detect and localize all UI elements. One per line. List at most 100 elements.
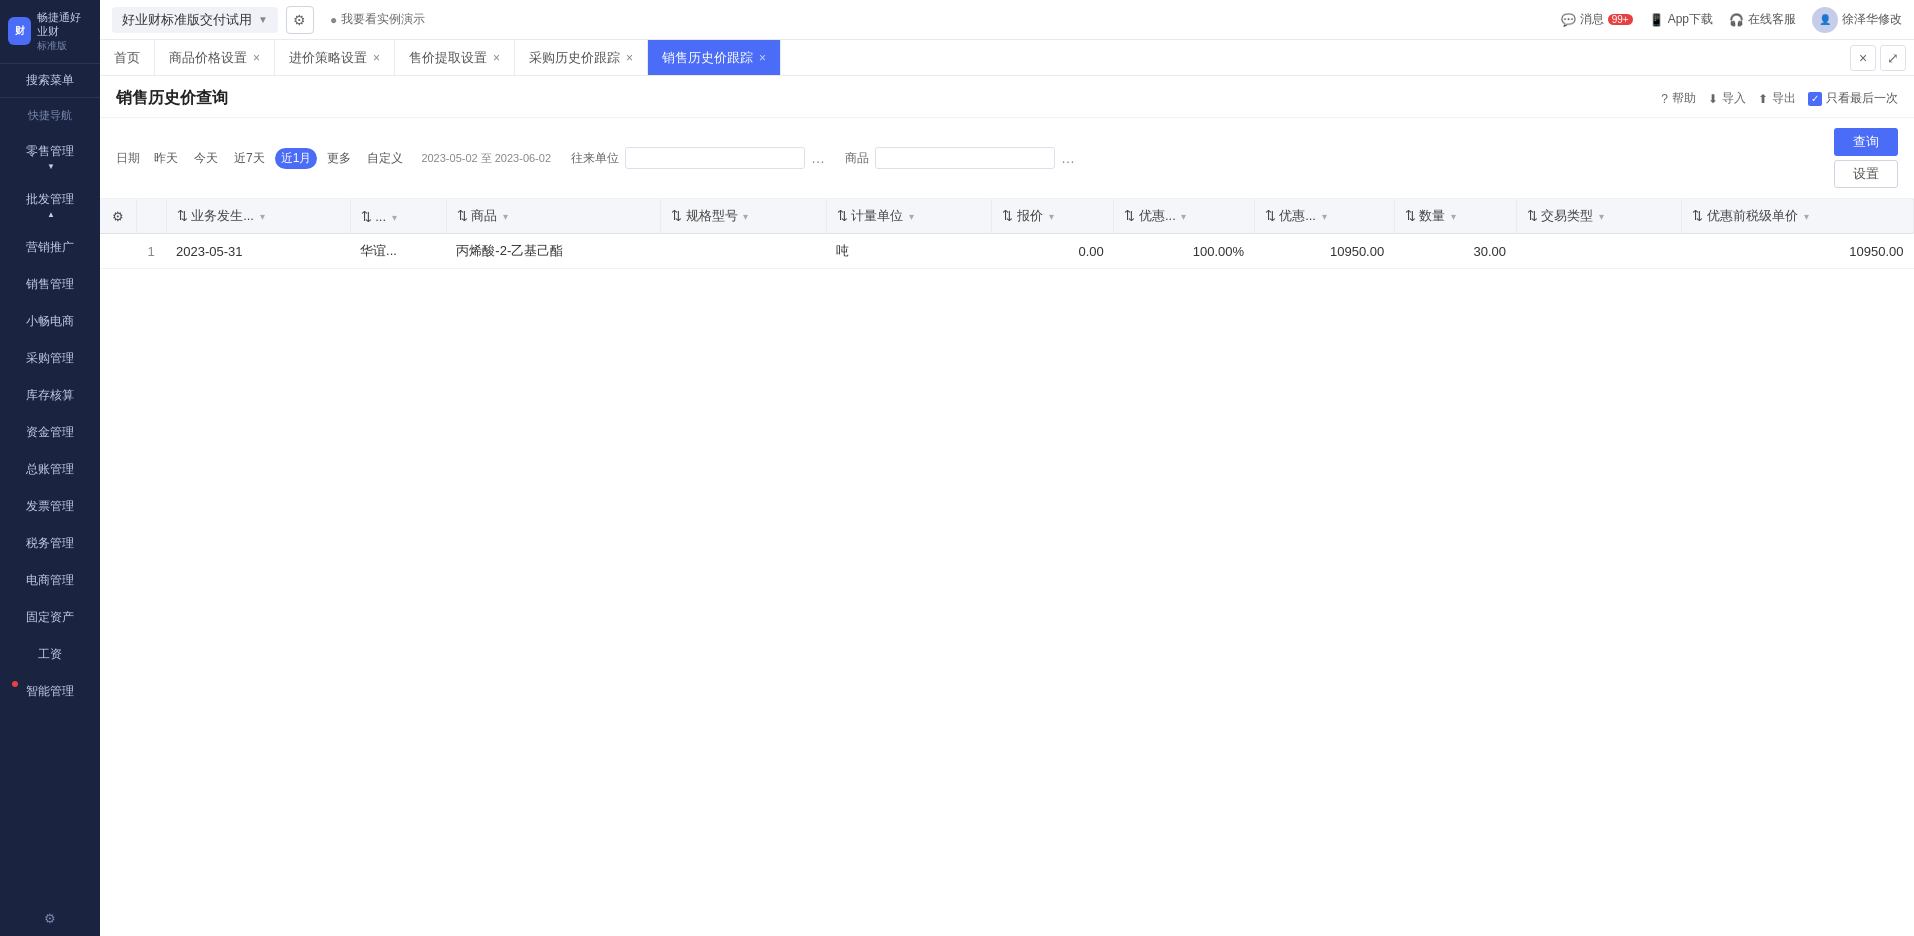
col-pretax-price-menu[interactable]: ▾ xyxy=(1804,211,1809,222)
workspace-gear-btn[interactable]: ⚙ xyxy=(286,6,314,34)
col-spec[interactable]: ⇅ 规格型号 ▾ xyxy=(660,199,826,234)
date-options: 昨天 今天 近7天 近1月 更多 自定义 xyxy=(148,148,409,169)
online-support-btn[interactable]: 🎧 在线客服 xyxy=(1729,11,1796,28)
tab-sale-history[interactable]: 销售历史价跟踪 × xyxy=(648,40,781,76)
main-area: 好业财标准版交付试用 ▼ ⚙ ● 我要看实例演示 💬 消息 99+ 📱 App下… xyxy=(100,0,1914,936)
tabs-bar: 首页 商品价格设置 × 进价策略设置 × 售价提取设置 × 采购历史价跟踪 × … xyxy=(100,40,1914,76)
col-pretax-price[interactable]: ⇅ 优惠前税级单价 ▾ xyxy=(1682,199,1914,234)
sidebar-search[interactable]: 搜索菜单 xyxy=(0,64,100,98)
goods-more-btn[interactable]: … xyxy=(1061,150,1075,166)
col-qty-menu[interactable]: ▾ xyxy=(1451,211,1456,222)
row-biz-date: 2023-05-31 xyxy=(166,234,350,269)
messages-badge: 99+ xyxy=(1608,14,1633,25)
goods-filter-group: 商品 … xyxy=(845,147,1075,169)
col-more[interactable]: ⇅ ... ▾ xyxy=(350,199,446,234)
col-discount-amt-menu[interactable]: ▾ xyxy=(1322,211,1327,222)
col-gear[interactable]: ⚙ xyxy=(100,199,136,234)
sidebar-item-marketing[interactable]: 营销推广 xyxy=(0,229,100,266)
workspace-selector[interactable]: 好业财标准版交付试用 ▼ xyxy=(112,7,278,33)
sidebar-item-ecommerce-small[interactable]: 小畅电商 xyxy=(0,303,100,340)
user-menu-btn[interactable]: 👤 徐泽华修改 xyxy=(1812,7,1902,33)
col-quote[interactable]: ⇅ 报价 ▾ xyxy=(992,199,1114,234)
tab-home[interactable]: 首页 xyxy=(100,40,155,76)
partner-filter-group: 往来单位 … xyxy=(571,147,825,169)
tab-purchase-history[interactable]: 采购历史价跟踪 × xyxy=(515,40,648,76)
demo-link[interactable]: ● 我要看实例演示 xyxy=(330,11,425,28)
topbar-right: 💬 消息 99+ 📱 App下载 🎧 在线客服 👤 徐泽华修改 xyxy=(1561,7,1902,33)
export-btn[interactable]: ⬆ 导出 xyxy=(1758,90,1796,107)
col-discount-pct-menu[interactable]: ▾ xyxy=(1181,211,1186,222)
sidebar-item-retail[interactable]: 零售管理 xyxy=(0,133,100,181)
query-btn[interactable]: 查询 xyxy=(1834,128,1898,156)
help-btn[interactable]: ? 帮助 xyxy=(1661,90,1696,107)
col-trade-type-menu[interactable]: ▾ xyxy=(1599,211,1604,222)
setting-btn[interactable]: 设置 xyxy=(1834,160,1898,188)
sidebar-item-ecommerce[interactable]: 电商管理 xyxy=(0,562,100,599)
tab-sale-history-close[interactable]: × xyxy=(759,51,766,65)
sidebar-item-wholesale[interactable]: 批发管理 xyxy=(0,181,100,229)
sidebar-item-invoice[interactable]: 发票管理 xyxy=(0,488,100,525)
sidebar-item-inventory[interactable]: 库存核算 xyxy=(0,377,100,414)
only-last-checkbox-label[interactable]: ✓ 只看最后一次 xyxy=(1808,90,1898,107)
col-quote-menu[interactable]: ▾ xyxy=(1049,211,1054,222)
tab-purchase-strategy[interactable]: 进价策略设置 × xyxy=(275,40,395,76)
col-unit-menu[interactable]: ▾ xyxy=(909,211,914,222)
workspace-label: 好业财标准版交付试用 xyxy=(122,11,252,29)
help-icon: ? xyxy=(1661,92,1668,106)
table-row[interactable]: 1 2023-05-31 华谊... 丙烯酸-2-乙基己酯 吨 0.00 100… xyxy=(100,234,1914,269)
col-biz-date-menu[interactable]: ▾ xyxy=(260,211,265,222)
sidebar-item-sales[interactable]: 销售管理 xyxy=(0,266,100,303)
col-goods-menu[interactable]: ▾ xyxy=(503,211,508,222)
app-logo-icon: 财 xyxy=(8,17,31,45)
date-yesterday[interactable]: 昨天 xyxy=(148,148,184,169)
sidebar-item-tax[interactable]: 税务管理 xyxy=(0,525,100,562)
date-more[interactable]: 更多 xyxy=(321,148,357,169)
row-discount-pct: 100.00% xyxy=(1114,234,1254,269)
date-today[interactable]: 今天 xyxy=(188,148,224,169)
page-header-actions: ? 帮助 ⬇ 导入 ⬆ 导出 ✓ 只看最后一次 xyxy=(1661,90,1898,107)
sidebar-item-purchase[interactable]: 采购管理 xyxy=(0,340,100,377)
col-trade-type[interactable]: ⇅ 交易类型 ▾ xyxy=(1516,199,1682,234)
row-index: 1 xyxy=(136,234,166,269)
row-quote: 0.00 xyxy=(992,234,1114,269)
goods-input[interactable] xyxy=(875,147,1055,169)
user-avatar: 👤 xyxy=(1812,7,1838,33)
tab-sale-price-close[interactable]: × xyxy=(493,51,500,65)
col-discount-amt[interactable]: ⇅ 优惠... ▾ xyxy=(1254,199,1394,234)
tab-purchase-history-close[interactable]: × xyxy=(626,51,633,65)
sidebar-item-assets[interactable]: 固定资产 xyxy=(0,599,100,636)
topbar: 好业财标准版交付试用 ▼ ⚙ ● 我要看实例演示 💬 消息 99+ 📱 App下… xyxy=(100,0,1914,40)
sidebar-item-quick-nav: 快捷导航 xyxy=(0,98,100,133)
tab-price[interactable]: 商品价格设置 × xyxy=(155,40,275,76)
tab-expand-btn[interactable]: ⤢ xyxy=(1880,45,1906,71)
import-btn[interactable]: ⬇ 导入 xyxy=(1708,90,1746,107)
partner-more-btn[interactable]: … xyxy=(811,150,825,166)
sidebar-item-ledger[interactable]: 总账管理 xyxy=(0,451,100,488)
tab-purchase-strategy-close[interactable]: × xyxy=(373,51,380,65)
messages-btn[interactable]: 💬 消息 99+ xyxy=(1561,11,1633,28)
app-logo-text: 畅捷通好业财 标准版 xyxy=(37,10,92,53)
date-last7[interactable]: 近7天 xyxy=(228,148,271,169)
sidebar-item-smart[interactable]: 智能管理 xyxy=(0,673,100,710)
col-more-menu[interactable]: ▾ xyxy=(392,212,397,223)
col-biz-date[interactable]: ⇅ 业务发生... ▾ xyxy=(166,199,350,234)
col-unit[interactable]: ⇅ 计量单位 ▾ xyxy=(826,199,992,234)
sort-icon-2: ⇅ xyxy=(361,209,372,224)
app-download-btn[interactable]: 📱 App下载 xyxy=(1649,11,1713,28)
col-discount-pct[interactable]: ⇅ 优惠... ▾ xyxy=(1114,199,1254,234)
only-last-checkbox[interactable]: ✓ xyxy=(1808,92,1822,106)
col-goods[interactable]: ⇅ 商品 ▾ xyxy=(446,199,660,234)
sidebar-item-finance[interactable]: 资金管理 xyxy=(0,414,100,451)
partner-input[interactable] xyxy=(625,147,805,169)
tab-sale-price[interactable]: 售价提取设置 × xyxy=(395,40,515,76)
col-qty[interactable]: ⇅ 数量 ▾ xyxy=(1394,199,1516,234)
sidebar-item-payroll[interactable]: 工资 xyxy=(0,636,100,673)
row-spec xyxy=(660,234,826,269)
tab-price-close[interactable]: × xyxy=(253,51,260,65)
sidebar-settings-btn[interactable]: ⚙ xyxy=(0,901,100,936)
col-spec-menu[interactable]: ▾ xyxy=(743,211,748,222)
page-header: 销售历史价查询 ? 帮助 ⬇ 导入 ⬆ 导出 ✓ 只看最后一次 xyxy=(100,76,1914,118)
date-last1month[interactable]: 近1月 xyxy=(275,148,318,169)
tab-close-btn[interactable]: × xyxy=(1850,45,1876,71)
date-custom[interactable]: 自定义 xyxy=(361,148,409,169)
